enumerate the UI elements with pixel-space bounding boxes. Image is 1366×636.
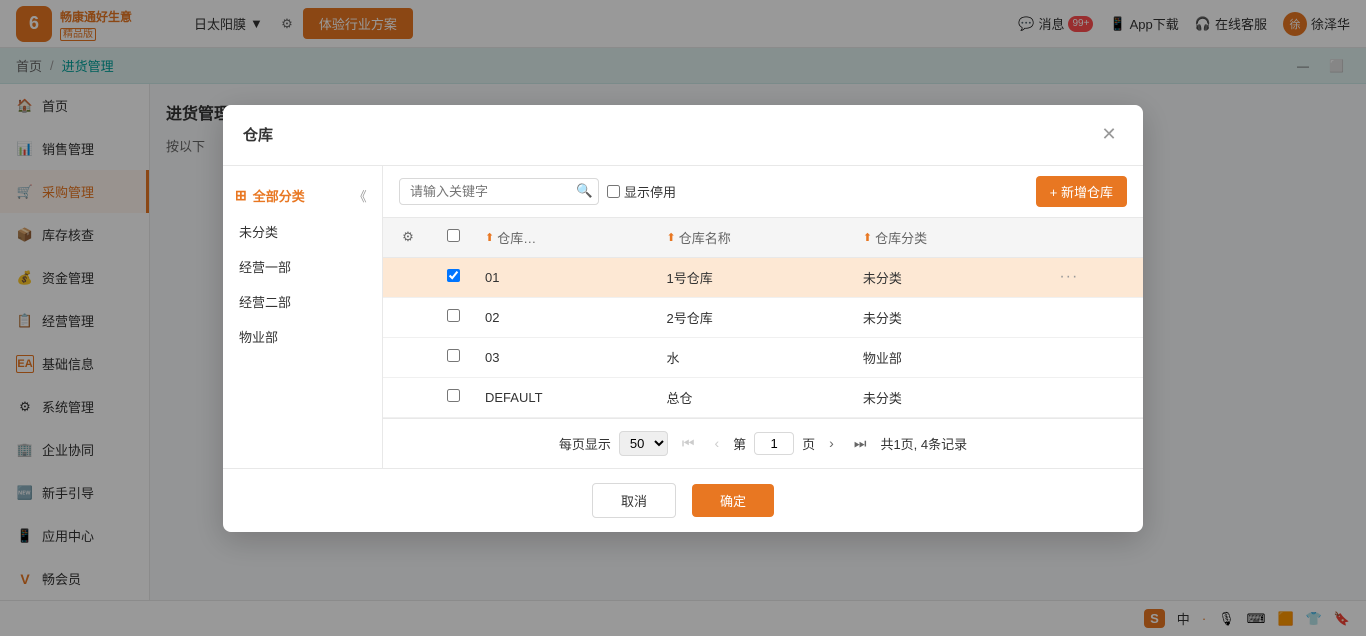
col-header-actions [1047, 218, 1143, 258]
per-page-select[interactable]: 50 [619, 431, 668, 456]
table-row[interactable]: 01 1号仓库 未分类 ··· [383, 257, 1143, 297]
modal-title: 仓库 [243, 124, 273, 145]
table-row[interactable]: 02 2号仓库 未分类 [383, 297, 1143, 337]
row-code-cell: DEFAULT [473, 377, 655, 417]
modal-toolbar: 🔍 显示停用 + 新增仓库 [383, 166, 1143, 218]
col-header-check [433, 218, 473, 258]
row-type-cell: 物业部 [851, 337, 1047, 377]
total-info: 共1页, 4条记录 [880, 434, 967, 453]
page-input[interactable] [754, 432, 794, 455]
row-action-cell [1047, 377, 1143, 417]
last-page-button[interactable]: ⏭ [848, 433, 873, 454]
sort-type-icon: ⬆ [863, 231, 872, 244]
category-item-unclassified[interactable]: 未分类 [223, 214, 382, 249]
grid-icon: ⊞ [235, 187, 247, 204]
table-row[interactable]: DEFAULT 总仓 未分类 [383, 377, 1143, 417]
modal-right-content: 🔍 显示停用 + 新增仓库 ⚙ [383, 166, 1143, 468]
next-page-button[interactable]: › [823, 433, 840, 453]
sidebar-collapse-button[interactable]: 《 [350, 186, 370, 206]
category-item-ops2[interactable]: 经营二部 [223, 284, 382, 319]
row-more-button[interactable]: ··· [1059, 268, 1078, 285]
select-all-checkbox[interactable] [447, 229, 460, 242]
row-name-cell: 水 [655, 337, 851, 377]
row-gear-cell [383, 377, 433, 417]
row-name-cell: 总仓 [655, 377, 851, 417]
row-code-cell: 01 [473, 257, 655, 297]
table-row[interactable]: 03 水 物业部 [383, 337, 1143, 377]
prev-page-button[interactable]: ‹ [708, 433, 725, 453]
show-disabled-checkbox[interactable] [607, 185, 620, 198]
pagination-bar: 每页显示 50 ⏮ ‹ 第 页 › ⏭ 共1页, 4条记录 [383, 418, 1143, 468]
row-checkbox[interactable] [447, 309, 460, 322]
col-header-type: ⬆ 仓库分类 [851, 218, 1047, 258]
modal-category-sidebar: ⊞ 全部分类 《 未分类 经营一部 经营二部 物业部 [223, 166, 383, 468]
row-action-cell: ··· [1047, 257, 1143, 297]
category-item-property[interactable]: 物业部 [223, 319, 382, 354]
row-type-cell: 未分类 [851, 377, 1047, 417]
first-page-button[interactable]: ⏮ [676, 433, 701, 454]
row-code-cell: 02 [473, 297, 655, 337]
col-header-gear: ⚙ [383, 218, 433, 258]
row-checkbox[interactable] [447, 389, 460, 402]
col-header-code: ⬆ 仓库… [473, 218, 655, 258]
cancel-button[interactable]: 取消 [592, 483, 676, 518]
warehouse-table: ⚙ ⬆ 仓库… [383, 218, 1143, 418]
row-name-cell: 2号仓库 [655, 297, 851, 337]
row-gear-cell [383, 337, 433, 377]
add-warehouse-button[interactable]: + 新增仓库 [1036, 176, 1127, 207]
row-action-cell [1047, 297, 1143, 337]
modal-header: 仓库 ✕ [223, 105, 1143, 166]
sort-icon: ⬆ [485, 231, 494, 244]
row-checkbox[interactable] [447, 269, 460, 282]
row-code-cell: 03 [473, 337, 655, 377]
row-check-cell [433, 297, 473, 337]
page-label: 第 [733, 434, 746, 453]
modal-close-button[interactable]: ✕ [1095, 121, 1123, 149]
search-wrap: 🔍 [399, 178, 599, 205]
modal-overlay: 仓库 ✕ ⊞ 全部分类 《 未分类 经营一部 经营二部 物业部 [0, 0, 1366, 636]
row-gear-cell [383, 257, 433, 297]
row-check-cell [433, 337, 473, 377]
row-type-cell: 未分类 [851, 257, 1047, 297]
row-name-cell: 1号仓库 [655, 257, 851, 297]
row-action-cell [1047, 337, 1143, 377]
search-submit-button[interactable]: 🔍 [576, 183, 593, 199]
table-header-row: ⚙ ⬆ 仓库… [383, 218, 1143, 258]
search-input[interactable] [399, 178, 599, 205]
col-header-name: ⬆ 仓库名称 [655, 218, 851, 258]
row-type-cell: 未分类 [851, 297, 1047, 337]
row-checkbox[interactable] [447, 349, 460, 362]
per-page-label: 每页显示 [559, 434, 611, 453]
category-item-ops1[interactable]: 经营一部 [223, 249, 382, 284]
page-unit: 页 [802, 434, 815, 453]
show-disabled-label[interactable]: 显示停用 [607, 182, 676, 201]
gear-header-icon: ⚙ [402, 229, 414, 244]
modal-footer: 取消 确定 [223, 468, 1143, 532]
row-check-cell [433, 377, 473, 417]
sort-name-icon: ⬆ [667, 231, 676, 244]
warehouse-modal: 仓库 ✕ ⊞ 全部分类 《 未分类 经营一部 经营二部 物业部 [223, 105, 1143, 532]
row-gear-cell [383, 297, 433, 337]
confirm-button[interactable]: 确定 [692, 484, 774, 517]
modal-body: ⊞ 全部分类 《 未分类 经营一部 经营二部 物业部 🔍 [223, 166, 1143, 468]
all-category-header[interactable]: ⊞ 全部分类 《 [223, 178, 382, 214]
row-check-cell [433, 257, 473, 297]
